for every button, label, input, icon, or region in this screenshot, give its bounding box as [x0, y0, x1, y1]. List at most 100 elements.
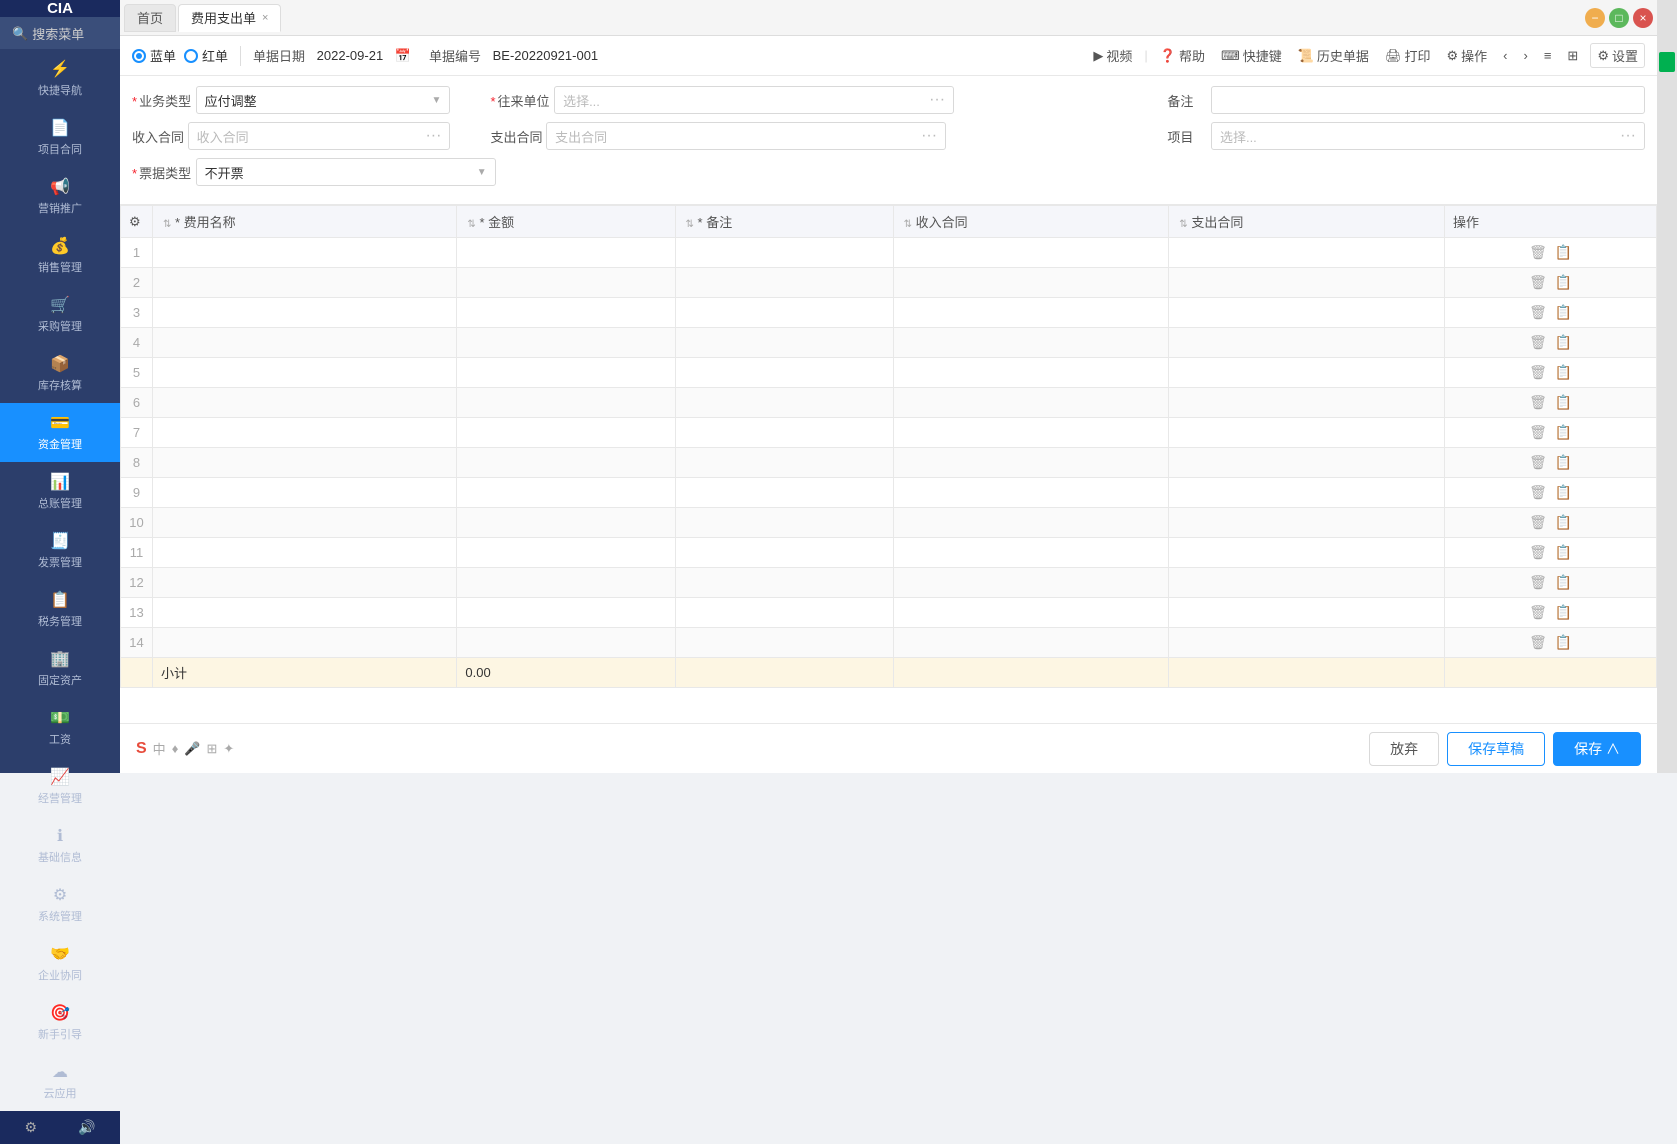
sidebar-item-inventory[interactable]: 📦 库存核算	[0, 344, 120, 403]
income-contract-input[interactable]: 收入合同 ···	[188, 122, 451, 150]
project-dots[interactable]: ···	[1620, 127, 1636, 145]
row-copy-button[interactable]: 📋	[1552, 422, 1573, 443]
row-expense-contract[interactable]	[1169, 268, 1445, 298]
row-income-contract[interactable]	[893, 298, 1169, 328]
row-copy-button[interactable]: 📋	[1552, 332, 1573, 353]
row-amount[interactable]	[457, 388, 675, 418]
row-income-contract[interactable]	[893, 538, 1169, 568]
row-expense-contract[interactable]	[1169, 418, 1445, 448]
row-copy-button[interactable]: 📋	[1552, 602, 1573, 623]
sidebar-item-enterprise[interactable]: 🤝 企业协同	[0, 934, 120, 993]
row-note[interactable]	[675, 328, 893, 358]
row-expense-name[interactable]	[153, 268, 457, 298]
row-amount[interactable]	[457, 568, 675, 598]
nav-next-button[interactable]: ›	[1519, 46, 1531, 65]
row-copy-button[interactable]: 📋	[1552, 272, 1573, 293]
row-expense-name[interactable]	[153, 508, 457, 538]
row-note[interactable]	[675, 388, 893, 418]
row-copy-button[interactable]: 📋	[1552, 452, 1573, 473]
row-delete-button[interactable]: 🗑	[1527, 422, 1549, 443]
row-income-contract[interactable]	[893, 628, 1169, 658]
sidebar-item-quick-nav[interactable]: ⚡ 快捷导航	[0, 49, 120, 108]
row-note[interactable]	[675, 268, 893, 298]
row-note[interactable]	[675, 598, 893, 628]
row-expense-contract[interactable]	[1169, 298, 1445, 328]
row-expense-contract[interactable]	[1169, 598, 1445, 628]
speaker-bottom-icon[interactable]: 🔊	[78, 1119, 95, 1136]
row-delete-button[interactable]: 🗑	[1527, 242, 1549, 263]
discard-button[interactable]: 放弃	[1369, 732, 1439, 766]
row-expense-contract[interactable]	[1169, 448, 1445, 478]
row-amount[interactable]	[457, 328, 675, 358]
th-income-contract[interactable]: ⇅ 收入合同	[893, 206, 1169, 238]
window-minimize-button[interactable]: −	[1585, 8, 1605, 28]
sidebar-item-project-contract[interactable]: 📄 项目合同	[0, 108, 120, 167]
row-delete-button[interactable]: 🗑	[1527, 452, 1549, 473]
row-expense-name[interactable]	[153, 238, 457, 268]
sidebar-item-fixed-assets[interactable]: 🏢 固定资产	[0, 639, 120, 698]
row-note[interactable]	[675, 298, 893, 328]
expense-contract-dots[interactable]: ···	[921, 127, 937, 145]
row-income-contract[interactable]	[893, 448, 1169, 478]
th-settings[interactable]: ⚙	[121, 206, 153, 238]
row-copy-button[interactable]: 📋	[1552, 362, 1573, 383]
right-panel-btn-1[interactable]	[1659, 4, 1675, 24]
row-delete-button[interactable]: 🗑	[1527, 632, 1549, 653]
row-income-contract[interactable]	[893, 568, 1169, 598]
operation-button[interactable]: ⚙ 操作	[1442, 44, 1491, 67]
row-amount[interactable]	[457, 238, 675, 268]
help-button[interactable]: ❓ 帮助	[1156, 44, 1209, 67]
save-draft-button[interactable]: 保存草稿	[1447, 732, 1545, 766]
row-expense-name[interactable]	[153, 298, 457, 328]
row-note[interactable]	[675, 628, 893, 658]
row-copy-button[interactable]: 📋	[1552, 302, 1573, 323]
row-note[interactable]	[675, 448, 893, 478]
row-amount[interactable]	[457, 478, 675, 508]
row-expense-name[interactable]	[153, 448, 457, 478]
row-income-contract[interactable]	[893, 268, 1169, 298]
row-amount[interactable]	[457, 268, 675, 298]
print-button[interactable]: 🖨 打印	[1381, 44, 1435, 67]
window-maximize-button[interactable]: □	[1609, 8, 1629, 28]
tab-close-icon[interactable]: ×	[262, 12, 268, 24]
tab-home[interactable]: 首页	[124, 4, 176, 32]
sidebar-item-purchase[interactable]: 🛒 采购管理	[0, 285, 120, 344]
sidebar-search[interactable]: 🔍 搜索菜单	[0, 18, 120, 49]
shortcut-button[interactable]: ⌨ 快捷键	[1217, 44, 1286, 67]
row-delete-button[interactable]: 🗑	[1527, 542, 1549, 563]
row-copy-button[interactable]: 📋	[1552, 572, 1573, 593]
row-expense-name[interactable]	[153, 358, 457, 388]
business-type-select[interactable]: 应付调整 ▼	[196, 86, 451, 114]
row-delete-button[interactable]: 🗑	[1527, 602, 1549, 623]
row-expense-contract[interactable]	[1169, 538, 1445, 568]
history-button[interactable]: 📜 历史单据	[1294, 44, 1373, 67]
row-expense-name[interactable]	[153, 418, 457, 448]
row-amount[interactable]	[457, 628, 675, 658]
row-income-contract[interactable]	[893, 358, 1169, 388]
row-expense-name[interactable]	[153, 628, 457, 658]
red-radio[interactable]: 红单	[184, 46, 228, 65]
sidebar-item-invoice[interactable]: 🧾 发票管理	[0, 521, 120, 580]
sidebar-item-newbie[interactable]: 🎯 新手引导	[0, 993, 120, 1052]
row-expense-contract[interactable]	[1169, 508, 1445, 538]
view-grid-button[interactable]: ⊞	[1563, 46, 1582, 66]
sidebar-item-general-ledger[interactable]: 📊 总账管理	[0, 462, 120, 521]
invoice-type-select[interactable]: 不开票 ▼	[196, 158, 496, 186]
row-delete-button[interactable]: 🗑	[1527, 572, 1549, 593]
row-note[interactable]	[675, 508, 893, 538]
sidebar-item-system[interactable]: ⚙ 系统管理	[0, 875, 120, 934]
row-note[interactable]	[675, 358, 893, 388]
blue-radio[interactable]: 蓝单	[132, 46, 176, 65]
row-expense-contract[interactable]	[1169, 238, 1445, 268]
set-button[interactable]: ⚙ 设置	[1590, 43, 1645, 68]
video-button[interactable]: ▶ 视频	[1089, 44, 1136, 67]
row-amount[interactable]	[457, 508, 675, 538]
row-note[interactable]	[675, 538, 893, 568]
sidebar-item-basic-info[interactable]: ℹ 基础信息	[0, 816, 120, 875]
sidebar-item-marketing[interactable]: 📢 营销推广	[0, 167, 120, 226]
th-note[interactable]: ⇅ * 备注	[675, 206, 893, 238]
row-income-contract[interactable]	[893, 508, 1169, 538]
sidebar-item-sales[interactable]: 💰 销售管理	[0, 226, 120, 285]
row-expense-name[interactable]	[153, 538, 457, 568]
row-income-contract[interactable]	[893, 598, 1169, 628]
